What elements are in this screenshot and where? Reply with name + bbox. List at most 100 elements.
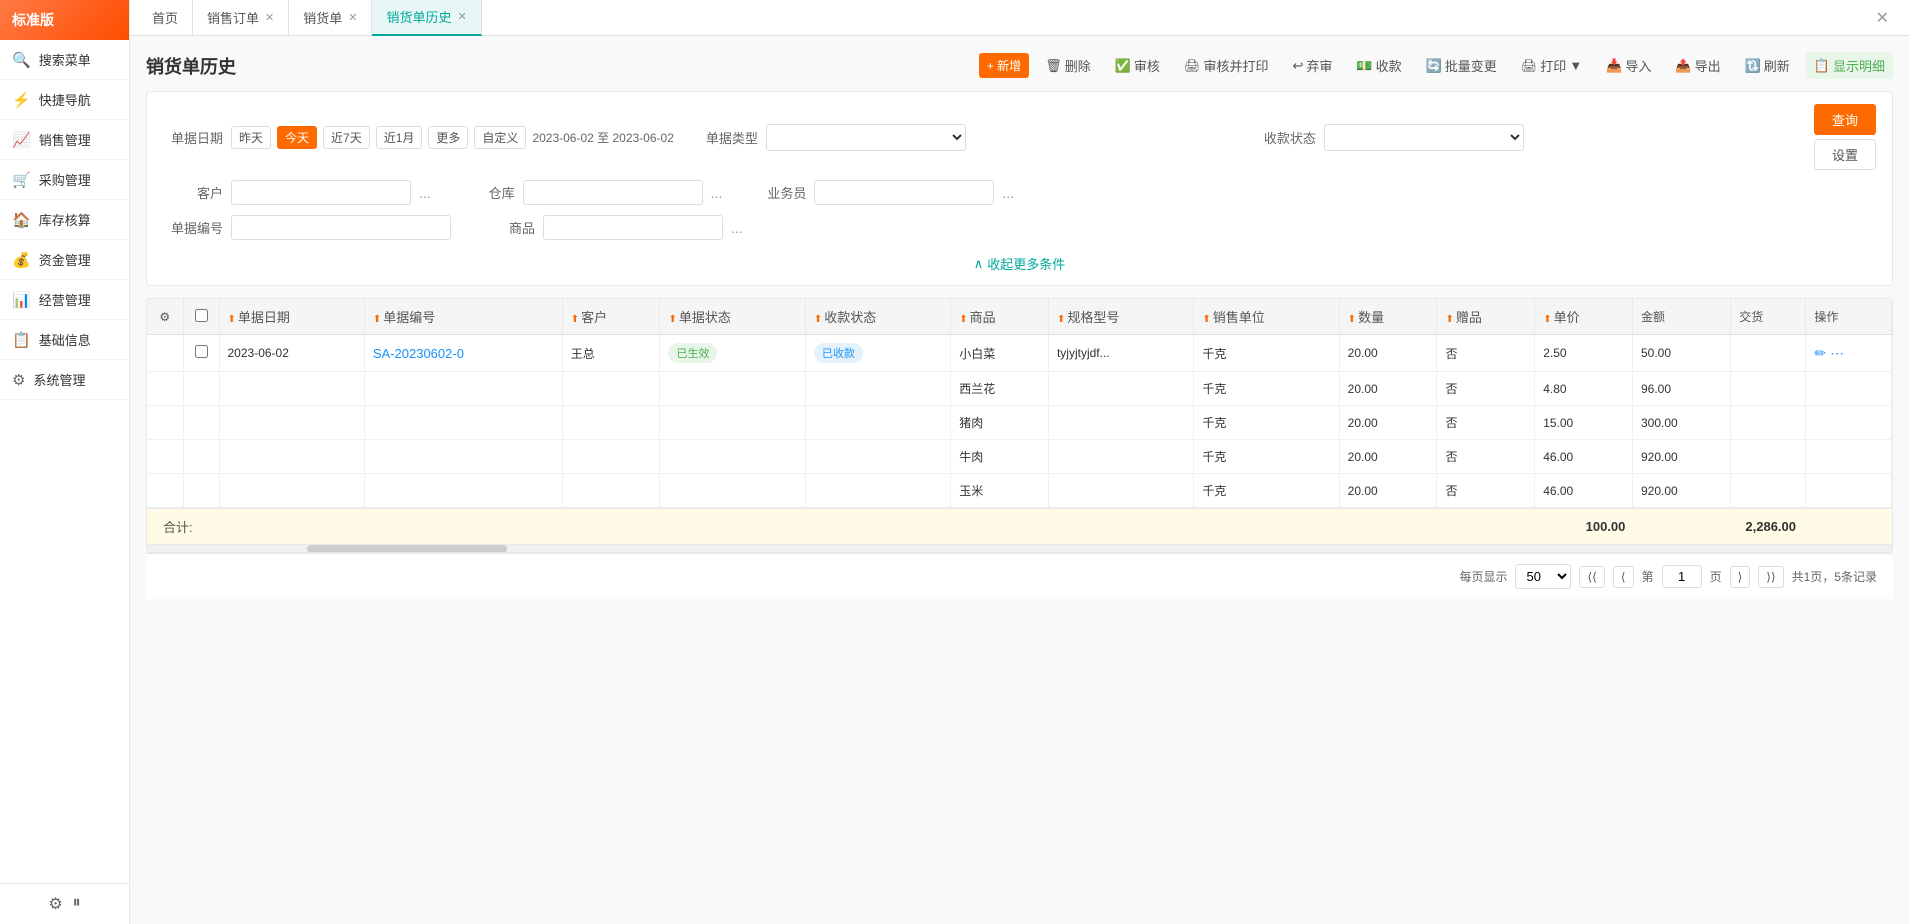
- cell-qty: 20.00: [1339, 474, 1437, 508]
- doc-type-label: 单据类型: [698, 128, 758, 147]
- collect-button[interactable]: 💵 收款: [1348, 52, 1409, 79]
- pagination: 每页显示 50 100 200 ⟨⟨ ⟨ 第 页 ⟩ ⟩⟩ 共1页，5条记录: [146, 553, 1893, 599]
- doc-no-input[interactable]: [231, 215, 451, 240]
- cell-spec: [1048, 406, 1193, 440]
- col-doc-no[interactable]: ⬆单据编号: [364, 299, 562, 335]
- warehouse-ellipsis[interactable]: ...: [711, 185, 723, 201]
- tab-sales-goods-history[interactable]: 销货单历史 ✕: [372, 0, 481, 36]
- payment-status-select[interactable]: [1324, 124, 1524, 151]
- cell-amount: 300.00: [1632, 406, 1730, 440]
- col-amount: 金额: [1632, 299, 1730, 335]
- delete-button[interactable]: 🗑 删除: [1037, 52, 1099, 79]
- batch-change-button[interactable]: 🔄 批量变更: [1418, 52, 1505, 79]
- sidebar-item-finance-mgmt[interactable]: 💰 资金管理: [0, 240, 129, 280]
- warehouse-input[interactable]: [523, 180, 703, 205]
- print-button[interactable]: 🖨 打印 ▼: [1513, 52, 1590, 79]
- close-sales-order-icon[interactable]: ✕: [265, 11, 274, 24]
- col-spec[interactable]: ⬆规格型号: [1048, 299, 1193, 335]
- sidebar-settings-icon[interactable]: ⚙: [48, 894, 62, 914]
- customer-ellipsis[interactable]: ...: [419, 185, 431, 201]
- new-button[interactable]: + 新增: [979, 53, 1029, 78]
- edit-action-icon[interactable]: ✏: [1814, 345, 1826, 362]
- tab-sales-order[interactable]: 销售订单 ✕: [193, 0, 289, 36]
- close-sales-goods-icon[interactable]: ✕: [348, 11, 357, 24]
- cell-action: [1806, 474, 1892, 508]
- cell-goods: 牛肉: [951, 440, 1049, 474]
- doc-no-link[interactable]: SA-20230602-0: [373, 346, 464, 361]
- col-gift[interactable]: ⬆赠品: [1437, 299, 1535, 335]
- sidebar-brand: 标准版: [0, 0, 129, 40]
- col-doc-date[interactable]: ⬆单据日期: [219, 299, 364, 335]
- goods-label: 商品: [475, 218, 535, 237]
- doc-status-badge: 已生效: [668, 343, 717, 363]
- more-action-icon[interactable]: ⋯: [1830, 345, 1844, 362]
- customer-input[interactable]: [231, 180, 411, 205]
- date-btn-7days[interactable]: 近7天: [323, 126, 370, 149]
- last-page-button[interactable]: ⟩⟩: [1758, 566, 1783, 588]
- col-customer[interactable]: ⬆客户: [562, 299, 660, 335]
- tab-home[interactable]: 首页: [138, 0, 193, 36]
- table-row: 西兰花 千克 20.00 否 4.80 96.00: [147, 372, 1892, 406]
- cell-action: ✏⋯: [1806, 335, 1892, 372]
- close-all-tabs-icon[interactable]: ✕: [1864, 8, 1901, 28]
- export-button[interactable]: 📤 导出: [1667, 52, 1728, 79]
- sidebar-toggle-icon[interactable]: ⏸: [73, 894, 81, 914]
- date-btn-custom[interactable]: 自定义: [474, 126, 526, 149]
- prev-page-button[interactable]: ⟨: [1613, 566, 1634, 588]
- cell-spec: [1048, 372, 1193, 406]
- col-price[interactable]: ⬆单价: [1535, 299, 1633, 335]
- col-doc-status[interactable]: ⬆单据状态: [660, 299, 805, 335]
- audit-button[interactable]: ✅ 审核: [1107, 52, 1168, 79]
- cell-amount: 50.00: [1632, 335, 1730, 372]
- cell-doc-no: [364, 406, 562, 440]
- staff-input[interactable]: [814, 180, 994, 205]
- table-scrollbar[interactable]: [147, 544, 1892, 552]
- sidebar-item-inventory-calc[interactable]: 🏠 库存核算: [0, 200, 129, 240]
- refresh-button[interactable]: 🔃 刷新: [1737, 52, 1798, 79]
- cell-price: 46.00: [1535, 474, 1633, 508]
- import-button[interactable]: 📥 导入: [1598, 52, 1659, 79]
- close-sales-goods-history-icon[interactable]: ✕: [458, 10, 467, 23]
- tab-sales-goods[interactable]: 销货单 ✕: [289, 0, 372, 36]
- delete-icon: 🗑: [1045, 58, 1062, 74]
- collapse-btn[interactable]: ∧ 收起更多条件: [163, 250, 1876, 273]
- page-header: 销货单历史 + 新增 🗑 删除 ✅ 审核 🖨 审核并打印 ↩ 弃审: [146, 52, 1893, 79]
- date-btn-yesterday[interactable]: 昨天: [231, 126, 271, 149]
- goods-ellipsis[interactable]: ...: [731, 220, 743, 236]
- cell-goods: 小白菜: [951, 335, 1049, 372]
- col-qty[interactable]: ⬆数量: [1339, 299, 1437, 335]
- sidebar-item-system-mgmt[interactable]: ⚙ 系统管理: [0, 360, 129, 400]
- sidebar-item-sales-mgmt[interactable]: 📈 销售管理: [0, 120, 129, 160]
- cell-settings: [147, 372, 183, 406]
- next-page-button[interactable]: ⟩: [1730, 566, 1751, 588]
- show-detail-button[interactable]: 📋 显示明细: [1806, 52, 1893, 79]
- audit-print-button[interactable]: 🖨 审核并打印: [1176, 52, 1277, 79]
- staff-ellipsis[interactable]: ...: [1002, 185, 1014, 201]
- search-menu-icon: 🔍: [12, 51, 31, 69]
- sidebar-item-purchase-mgmt[interactable]: 🛒 采购管理: [0, 160, 129, 200]
- doc-type-select[interactable]: [766, 124, 966, 151]
- sidebar-item-search-menu[interactable]: 🔍 搜索菜单: [0, 40, 129, 80]
- date-btn-more[interactable]: 更多: [428, 126, 468, 149]
- row-checkbox[interactable]: [195, 345, 208, 358]
- page-size-select[interactable]: 50 100 200: [1515, 564, 1571, 589]
- scrollbar-thumb[interactable]: [307, 545, 507, 553]
- date-btn-1month[interactable]: 近1月: [376, 126, 423, 149]
- col-payment-status[interactable]: ⬆收款状态: [805, 299, 950, 335]
- select-all-checkbox[interactable]: [195, 309, 208, 322]
- sidebar-item-quick-nav[interactable]: ⚡ 快捷导航: [0, 80, 129, 120]
- sidebar-item-basic-info[interactable]: 📋 基础信息: [0, 320, 129, 360]
- col-unit[interactable]: ⬆销售单位: [1194, 299, 1339, 335]
- goods-input[interactable]: [543, 215, 723, 240]
- date-btn-today[interactable]: 今天: [277, 126, 317, 149]
- sidebar-item-operations-mgmt[interactable]: 📊 经营管理: [0, 280, 129, 320]
- col-goods[interactable]: ⬆商品: [951, 299, 1049, 335]
- first-page-button[interactable]: ⟨⟨: [1579, 566, 1604, 588]
- page-input[interactable]: [1662, 565, 1702, 588]
- query-button[interactable]: 查询: [1814, 104, 1876, 135]
- cell-payment-status: 已收款: [805, 335, 950, 372]
- set-button[interactable]: 设置: [1814, 139, 1876, 170]
- abandon-button[interactable]: ↩ 弃审: [1284, 52, 1340, 79]
- col-settings[interactable]: ⚙: [147, 299, 183, 335]
- cell-doc-status: [660, 440, 805, 474]
